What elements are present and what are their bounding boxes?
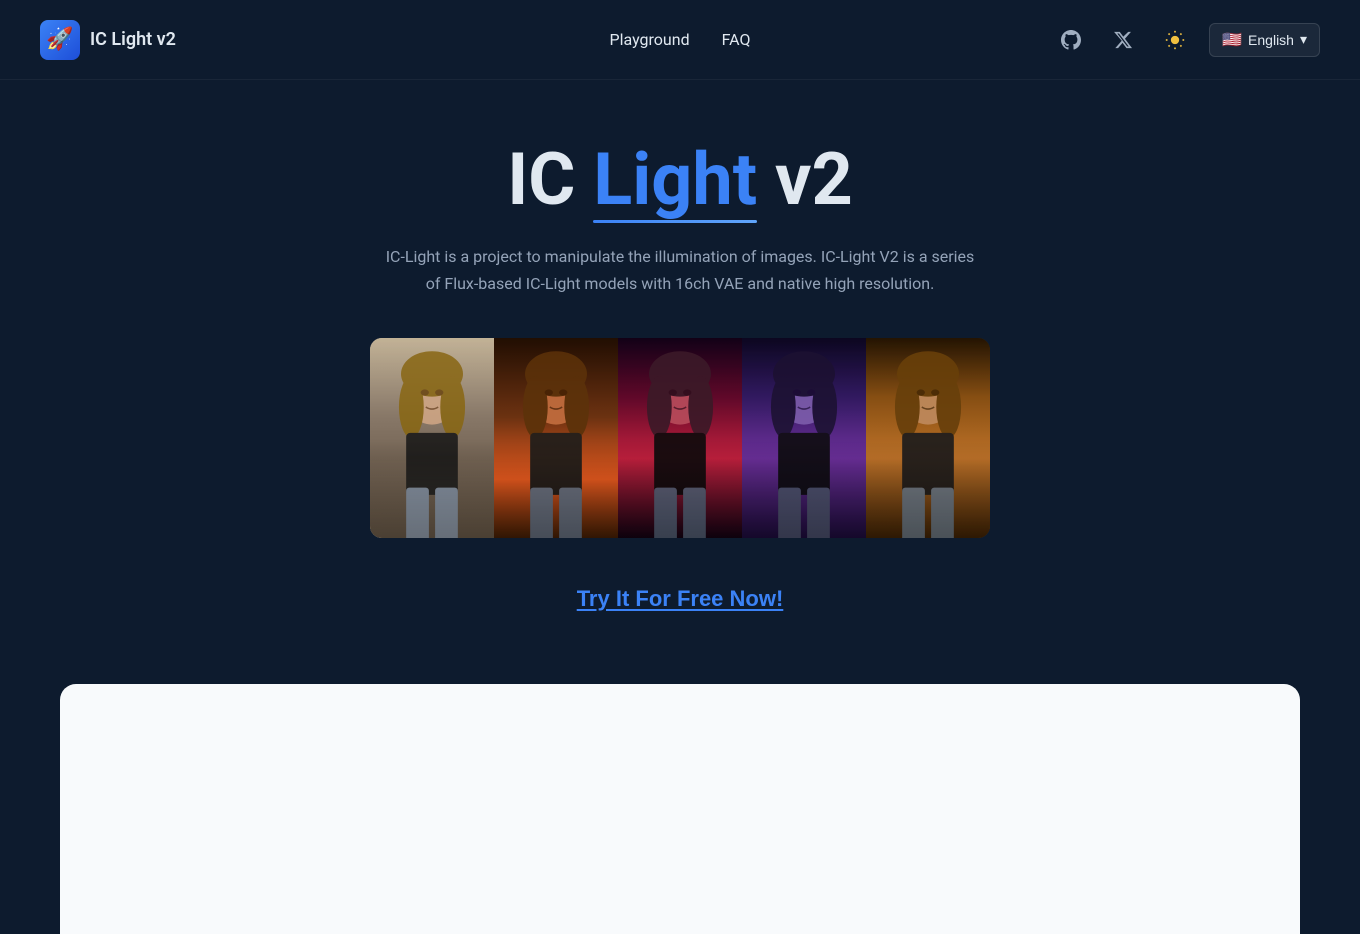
- portrait-svg-1: [370, 338, 494, 538]
- logo-icon: 🚀: [40, 20, 80, 60]
- github-icon: [1061, 30, 1081, 50]
- language-label: English: [1248, 32, 1294, 48]
- title-part1: IC: [507, 137, 593, 222]
- github-button[interactable]: [1053, 22, 1089, 58]
- chevron-down-icon: ▾: [1300, 31, 1307, 48]
- navbar: 🚀 IC Light v2 Playground FAQ: [0, 0, 1360, 80]
- language-selector[interactable]: 🇺🇸 English ▾: [1209, 23, 1320, 57]
- title-highlight: Light: [593, 140, 757, 219]
- logo-emoji: 🚀: [46, 27, 73, 52]
- portrait-svg-4: [742, 338, 866, 538]
- title-part2: v2: [757, 137, 853, 222]
- twitter-button[interactable]: [1105, 22, 1141, 58]
- language-flag: 🇺🇸: [1222, 30, 1242, 50]
- demo-image-4: [742, 338, 866, 538]
- demo-image-1: [370, 338, 494, 538]
- portrait-svg-2: [494, 338, 618, 538]
- demo-image-3: [618, 338, 742, 538]
- theme-toggle-button[interactable]: [1157, 22, 1193, 58]
- hero-title: IC Light v2: [20, 140, 1340, 219]
- hero-section: IC Light v2 IC-Light is a project to man…: [0, 80, 1360, 684]
- app-title: IC Light v2: [90, 29, 176, 50]
- demo-image-2: [494, 338, 618, 538]
- nav-faq[interactable]: FAQ: [722, 30, 751, 49]
- nav-playground[interactable]: Playground: [610, 30, 690, 49]
- theme-icon: [1165, 30, 1185, 50]
- twitter-icon: [1113, 30, 1133, 50]
- cta-button[interactable]: Try It For Free Now!: [577, 586, 784, 612]
- logo-area: 🚀 IC Light v2: [40, 20, 176, 60]
- hero-description: IC-Light is a project to manipulate the …: [380, 243, 980, 297]
- navbar-actions: 🇺🇸 English ▾: [1053, 22, 1320, 58]
- demo-image-5: [866, 338, 990, 538]
- portrait-svg-5: [866, 338, 990, 538]
- nav-links: Playground FAQ: [610, 30, 751, 49]
- demo-image-strip: [370, 338, 990, 538]
- playground-section: [60, 684, 1300, 934]
- cta-section: Try It For Free Now!: [20, 586, 1340, 612]
- portrait-svg-3: [618, 338, 742, 538]
